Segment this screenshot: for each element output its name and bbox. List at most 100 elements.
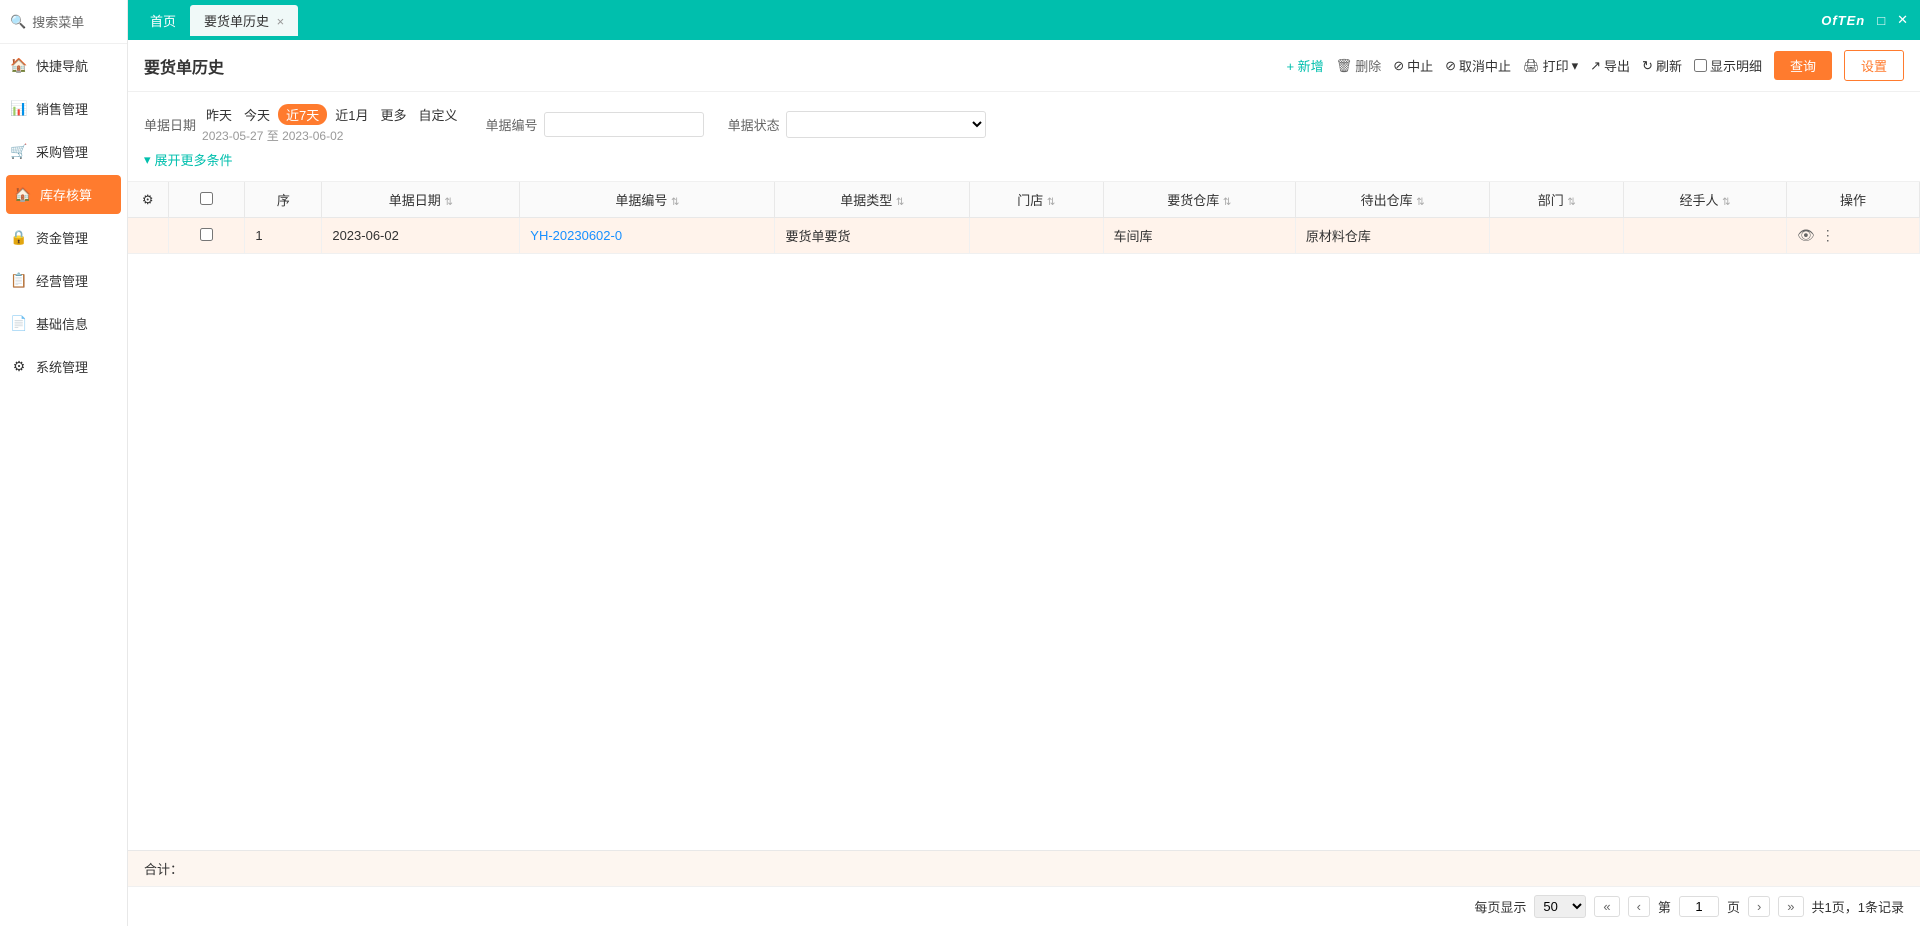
sidebar-item-purchase-mgmt[interactable]: 🛒 采购管理 (0, 130, 127, 173)
sort-icon-req-warehouse: ⇅ (1223, 197, 1231, 208)
handler-column-header[interactable]: 经手人 ⇅ (1624, 182, 1787, 218)
req-warehouse-col-label: 要货仓库 (1167, 193, 1219, 208)
date-option-custom[interactable]: 自定义 (415, 104, 462, 125)
date-option-7days[interactable]: 近7天 (278, 104, 327, 125)
sidebar-item-label: 经营管理 (36, 271, 88, 290)
display-detail-input[interactable] (1694, 59, 1707, 72)
topbar-tab-requisition-history[interactable]: 要货单历史 × (190, 5, 298, 36)
restore-icon[interactable]: □ (1877, 13, 1885, 28)
sidebar-search[interactable]: 🔍 搜索菜单 (0, 0, 127, 44)
sidebar-item-label: 采购管理 (36, 142, 88, 161)
topbar: 首页 要货单历史 × OfTEn □ ✕ (128, 0, 1920, 40)
action-column-header: 操作 (1786, 182, 1919, 218)
page-title: 要货单历史 (144, 54, 1286, 78)
pending-warehouse-column-header[interactable]: 待出仓库 ⇅ (1295, 182, 1490, 218)
row-doc-type: 要货单要货 (775, 218, 970, 254)
row-actions: 👁 ⋮ (1786, 218, 1919, 254)
toolbar: + 新增 🗑 删除 ⊘ 中止 ⊘ 取消中止 🖨 打印 ▾ (1286, 50, 1904, 81)
sidebar-item-label: 快捷导航 (36, 56, 88, 75)
next-page-button[interactable]: › (1748, 896, 1770, 917)
more-action-icon[interactable]: ⋮ (1821, 227, 1835, 244)
query-button[interactable]: 查询 (1774, 51, 1832, 80)
close-window-icon[interactable]: ✕ (1897, 12, 1908, 28)
row-checkbox[interactable] (200, 228, 213, 241)
date-option-yesterday[interactable]: 昨天 (202, 104, 236, 125)
doc-date-label: 单据日期 (389, 193, 441, 208)
doc-number-link[interactable]: YH-20230602-0 (530, 228, 622, 243)
date-option-today[interactable]: 今天 (240, 104, 274, 125)
prev-page-button[interactable]: ‹ (1628, 896, 1650, 917)
store-column-header[interactable]: 门店 ⇅ (970, 182, 1104, 218)
sidebar-item-label: 资金管理 (36, 228, 88, 247)
sidebar-item-ops-mgmt[interactable]: 📋 经营管理 (0, 259, 127, 302)
settings-button[interactable]: 设置 (1844, 50, 1904, 81)
date-filter-label: 单据日期 (144, 115, 196, 134)
doc-type-col-label: 单据类型 (840, 193, 892, 208)
sort-icon-store: ⇅ (1047, 197, 1055, 208)
data-table: ⚙ 序 单据日期 ⇅ 单据编号 ⇅ (128, 182, 1920, 254)
sidebar-item-quick-nav[interactable]: 🏠 快捷导航 (0, 44, 127, 87)
total-label: 合计： (144, 862, 183, 877)
row-checkbox-cell (168, 218, 245, 254)
department-col-label: 部门 (1538, 193, 1564, 208)
print-dropdown-icon: ▾ (1572, 58, 1579, 74)
sort-icon-department: ⇅ (1567, 197, 1575, 208)
stop-button[interactable]: ⊘ 中止 (1393, 56, 1433, 75)
print-button[interactable]: 🖨 打印 ▾ (1523, 56, 1578, 75)
print-icon: 🖨 (1523, 58, 1540, 74)
sidebar-item-sys-mgmt[interactable]: ⚙ 系统管理 (0, 345, 127, 388)
date-option-1month[interactable]: 近1月 (331, 104, 372, 125)
page-number-input[interactable] (1679, 896, 1719, 917)
row-pending-warehouse: 原材料仓库 (1295, 218, 1490, 254)
sort-icon-doc-date: ⇅ (444, 197, 452, 208)
display-detail-checkbox[interactable]: 显示明细 (1694, 56, 1762, 75)
sidebar-item-label: 系统管理 (36, 357, 88, 376)
delete-button[interactable]: 🗑 删除 (1336, 56, 1382, 75)
table-settings-icon[interactable]: ⚙ (142, 192, 154, 207)
refresh-button[interactable]: ↻ 刷新 (1642, 56, 1682, 75)
doc-status-select[interactable] (786, 111, 986, 138)
department-column-header[interactable]: 部门 ⇅ (1490, 182, 1624, 218)
page-size-select[interactable]: 20 50 100 (1534, 895, 1586, 918)
tab-close-icon[interactable]: × (277, 14, 285, 29)
expand-more-button[interactable]: ▾ 展开更多条件 (144, 150, 1904, 169)
doc-type-column-header[interactable]: 单据类型 ⇅ (775, 182, 970, 218)
export-button[interactable]: ↗ 导出 (1590, 56, 1630, 75)
sidebar-item-sales-mgmt[interactable]: 📊 销售管理 (0, 87, 127, 130)
req-warehouse-column-header[interactable]: 要货仓库 ⇅ (1103, 182, 1295, 218)
total-info: 共1页，1条记录 (1812, 897, 1904, 916)
date-option-more[interactable]: 更多 (377, 104, 411, 125)
filter-row: 单据日期 昨天 今天 近7天 近1月 更多 自定义 2023-05-27 至 2… (144, 104, 1904, 144)
table-row: 1 2023-06-02 YH-20230602-0 要货单要货 车间库 原材料… (128, 218, 1920, 254)
tab-label: 要货单历史 (204, 14, 269, 29)
sidebar: 🔍 搜索菜单 🏠 快捷导航 📊 销售管理 🛒 采购管理 🏠 库存核算 🔒 资金管… (0, 0, 128, 926)
topbar-home[interactable]: 首页 (140, 5, 186, 36)
action-icons: 👁 ⋮ (1797, 227, 1909, 244)
doc-date-column-header[interactable]: 单据日期 ⇅ (322, 182, 520, 218)
select-all-checkbox[interactable] (200, 192, 213, 205)
table-body: 1 2023-06-02 YH-20230602-0 要货单要货 车间库 原材料… (128, 218, 1920, 254)
refresh-icon: ↻ (1642, 58, 1653, 74)
page-size-label: 每页显示 (1474, 897, 1526, 916)
sidebar-item-finance[interactable]: 🔒 资金管理 (0, 216, 127, 259)
doc-number-input[interactable] (544, 112, 704, 137)
settings-column-header[interactable]: ⚙ (128, 182, 168, 218)
main-content: 首页 要货单历史 × OfTEn □ ✕ 要货单历史 + 新增 🗑 删除 ⊘ 中… (128, 0, 1920, 926)
lock-icon: 🔒 (10, 229, 28, 247)
cancel-stop-icon: ⊘ (1445, 58, 1456, 74)
last-page-button[interactable]: » (1778, 896, 1803, 917)
doc-number-label: 单据编号 (486, 115, 538, 134)
row-doc-number: YH-20230602-0 (520, 218, 775, 254)
cart-icon: 🛒 (10, 143, 28, 161)
doc-number-col-label: 单据编号 (615, 193, 667, 208)
first-page-button[interactable]: « (1594, 896, 1619, 917)
doc-number-column-header[interactable]: 单据编号 ⇅ (520, 182, 775, 218)
view-action-icon[interactable]: 👁 (1797, 227, 1815, 244)
row-settings-cell (128, 218, 168, 254)
cancel-stop-button[interactable]: ⊘ 取消中止 (1445, 56, 1511, 75)
sidebar-item-base-info[interactable]: 📄 基础信息 (0, 302, 127, 345)
sidebar-item-inventory[interactable]: 🏠 库存核算 (6, 175, 121, 214)
delete-icon: 🗑 (1336, 58, 1353, 74)
new-button[interactable]: + 新增 (1286, 56, 1323, 75)
brand-label: OfTEn (1821, 13, 1865, 28)
